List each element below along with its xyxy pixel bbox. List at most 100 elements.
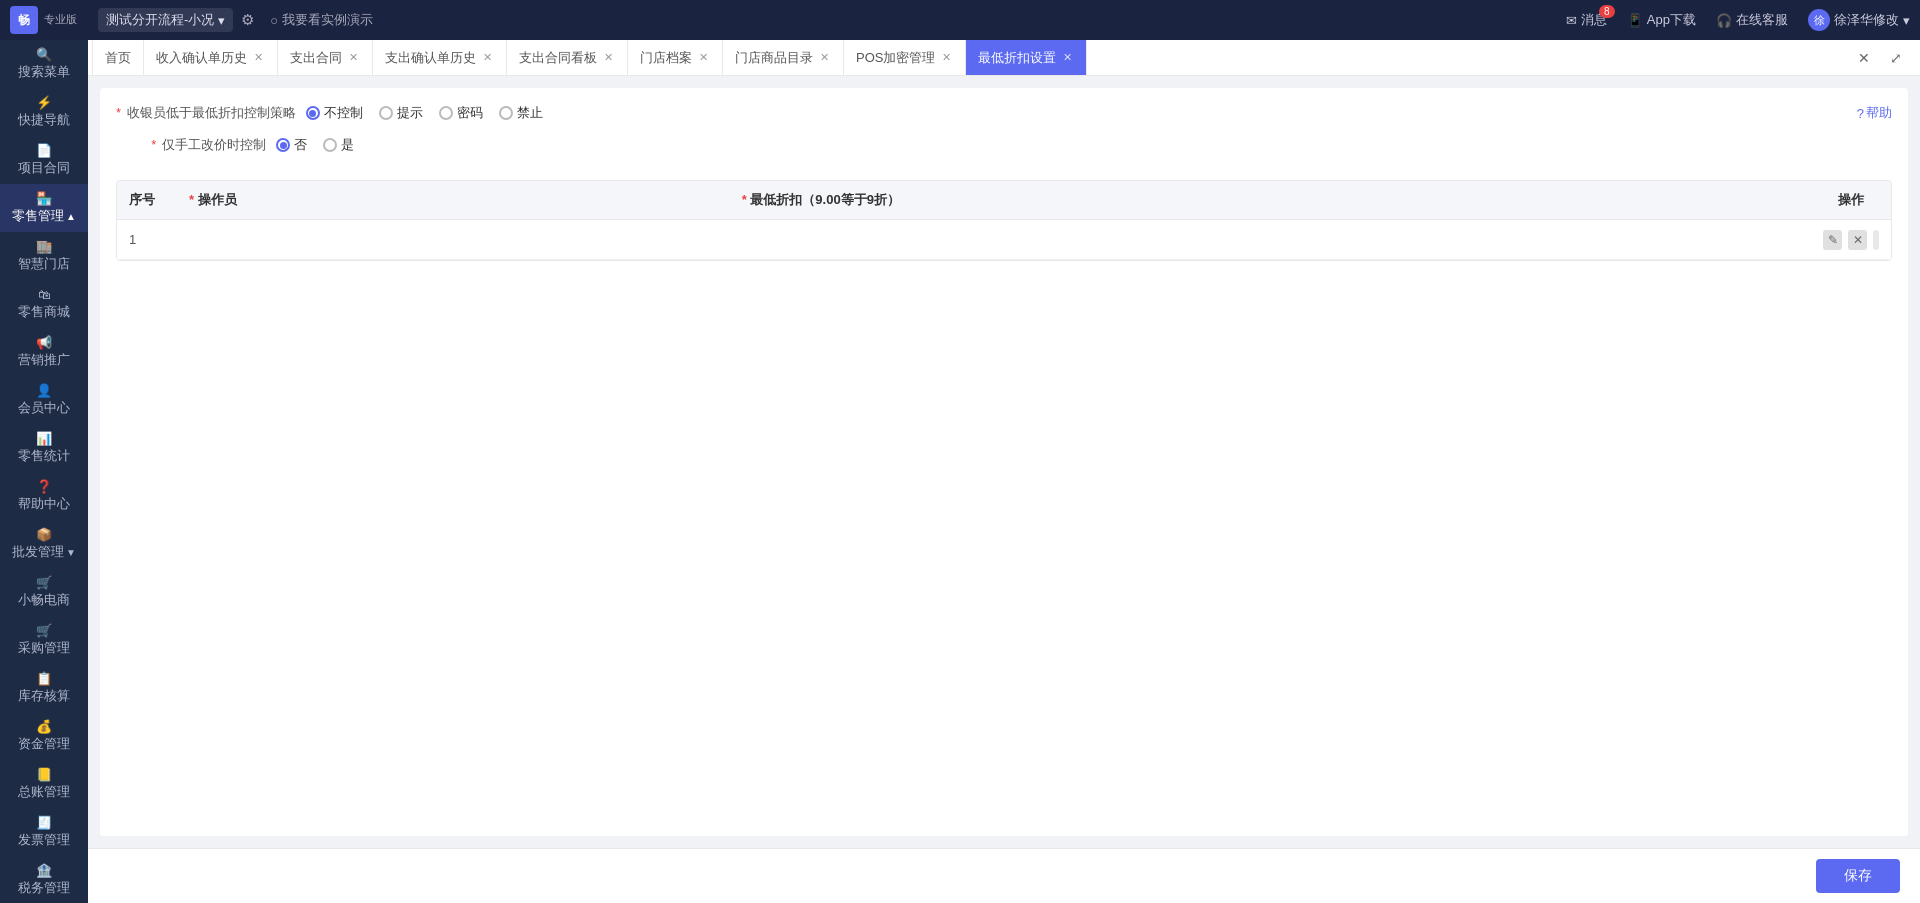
radio-ban-label: 禁止 [517,104,543,122]
sidebar-label-ecommerce: 小畅电商 [18,592,70,609]
bottom-bar: 保存 [88,848,1920,903]
td-operator-1 [177,232,730,248]
th-discount: * 最低折扣（9.00等于9折） [730,181,1811,219]
tab-min-discount[interactable]: 最低折扣设置 ✕ [966,40,1087,76]
sidebar-item-invoice[interactable]: 🧾 发票管理 [0,808,88,856]
sidebar-item-ecommerce[interactable]: 🛒 小畅电商 [0,568,88,616]
sidebar-item-purchase[interactable]: 🛒 采购管理 [0,616,88,664]
sidebar-label-shortcut: 快捷导航 [18,112,70,129]
radio-no-control-input[interactable] [306,106,320,120]
tab-expand-button[interactable]: ⤢ [1884,46,1908,70]
app-download-button[interactable]: 📱 App下载 [1627,11,1696,29]
table-scrollbar[interactable] [1873,230,1879,250]
download-icon: 📱 [1627,13,1643,28]
sidebar-item-ledger[interactable]: 📒 总账管理 [0,760,88,808]
page-content: * 收银员低于最低折扣控制策略 不控制 提示 [88,76,1920,848]
sidebar-label-wholesale: 批发管理 [12,544,64,561]
avatar: 徐 [1808,9,1830,31]
shortcut-icon: ⚡ [36,95,52,112]
marketing-icon: 📢 [36,335,52,352]
radio-yes-input[interactable] [323,138,337,152]
help-button[interactable]: ? 帮助 [1857,104,1892,122]
edit-button[interactable]: ✎ [1823,230,1842,250]
mall-icon: 🛍 [38,287,51,304]
radio-no-input[interactable] [276,138,290,152]
sidebar-item-help[interactable]: ❓ 帮助中心 [0,472,88,520]
radio-ban-input[interactable] [499,106,513,120]
sidebar-item-capital[interactable]: 💰 资金管理 [0,712,88,760]
discount-table: 序号 * 操作员 * 最低折扣（9.00等于9折） 操作 1 [116,180,1892,261]
tab-payment-board-close[interactable]: ✕ [601,51,615,65]
tab-payment-confirm-close[interactable]: ✕ [480,51,494,65]
sidebar-item-retail-manage[interactable]: 🏪 零售管理 ▲ [0,184,88,232]
tab-bar: 首页 收入确认单历史 ✕ 支出合同 ✕ 支出确认单历史 ✕ 支出合同看板 ✕ 门… [88,40,1920,76]
sidebar-item-retail-mall[interactable]: 🛍 零售商城 [0,280,88,328]
sidebar-item-retail-stats[interactable]: 📊 零售统计 [0,424,88,472]
tab-payment-contract-close[interactable]: ✕ [346,51,360,65]
th-seq: 序号 [117,181,177,219]
tab-payment-confirm[interactable]: 支出确认单历史 ✕ [373,40,507,76]
tab-store-goods[interactable]: 门店商品目录 ✕ [723,40,844,76]
radio-no-control[interactable]: 不控制 [306,104,363,122]
sidebar-item-wholesale[interactable]: 📦 批发管理 ▼ [0,520,88,568]
help-icon: ❓ [36,479,52,496]
tab-min-discount-close[interactable]: ✕ [1060,51,1074,65]
tax-icon: 🏦 [36,863,52,880]
tab-store-file-close[interactable]: ✕ [696,51,710,65]
invoice-icon: 🧾 [36,815,52,832]
tab-income-confirm[interactable]: 收入确认单历史 ✕ [144,40,278,76]
sidebar-item-marketing[interactable]: 📢 营销推广 [0,328,88,376]
search-icon: 🔍 [36,47,52,64]
project-selector[interactable]: 测试分开流程-小况 ▾ [98,8,233,32]
sidebar-item-project-contract[interactable]: 📄 项目合同 [0,136,88,184]
radio-password-input[interactable] [439,106,453,120]
radio-password[interactable]: 密码 [439,104,483,122]
chevron-down-icon: ▾ [1903,13,1910,28]
radio-no[interactable]: 否 [276,136,307,154]
customer-service-button[interactable]: 🎧 在线客服 [1716,11,1788,29]
user-menu[interactable]: 徐 徐泽华修改 ▾ [1808,9,1910,31]
tab-payment-contract[interactable]: 支出合同 ✕ [278,40,373,76]
radio-ban[interactable]: 禁止 [499,104,543,122]
sidebar-label-marketing: 营销推广 [18,352,70,369]
inventory-icon: 📋 [36,671,52,688]
sidebar-label-member: 会员中心 [18,400,70,417]
tab-payment-board[interactable]: 支出合同看板 ✕ [507,40,628,76]
sidebar: 🔍 搜索菜单 ⚡ 快捷导航 📄 项目合同 🏪 零售管理 ▲ 🏬 智慧门店 🛍 零… [0,40,88,903]
settings-icon[interactable]: ⚙ [241,11,254,29]
sidebar-label-smart-store: 智慧门店 [18,256,70,273]
sidebar-label-search: 搜索菜单 [18,64,70,81]
tab-pos-manage[interactable]: POS加密管理 ✕ [844,40,966,76]
sidebar-item-inventory[interactable]: 📋 库存核算 [0,664,88,712]
tab-income-confirm-close[interactable]: ✕ [251,51,265,65]
capital-icon: 💰 [36,719,52,736]
save-button[interactable]: 保存 [1816,859,1900,893]
sidebar-item-member[interactable]: 👤 会员中心 [0,376,88,424]
delete-button[interactable]: ✕ [1848,230,1867,250]
tab-pos-manage-close[interactable]: ✕ [939,51,953,65]
radio-prompt-input[interactable] [379,106,393,120]
tab-store-file[interactable]: 门店档案 ✕ [628,40,723,76]
tab-close-all-button[interactable]: ✕ [1852,46,1876,70]
sidebar-item-tax[interactable]: 🏦 税务管理 [0,856,88,903]
discount-strategy-options: 不控制 提示 密码 [306,104,543,122]
tab-pos-manage-label: POS加密管理 [856,49,935,67]
radio-yes[interactable]: 是 [323,136,354,154]
messages-badge: 8 [1599,5,1615,18]
sidebar-label-tax: 税务管理 [18,880,70,897]
sidebar-item-shortcut[interactable]: ⚡ 快捷导航 [0,88,88,136]
wholesale-icon: 📦 [36,527,52,544]
logo-text: 专业版 [44,13,77,26]
service-icon: 🎧 [1716,13,1732,28]
demo-link[interactable]: ○ 我要看实例演示 [270,11,373,29]
tab-home[interactable]: 首页 [92,40,144,76]
contract-icon: 📄 [36,143,52,160]
tab-store-goods-close[interactable]: ✕ [817,51,831,65]
sidebar-item-search[interactable]: 🔍 搜索菜单 [0,40,88,88]
main-layout: 🔍 搜索菜单 ⚡ 快捷导航 📄 项目合同 🏪 零售管理 ▲ 🏬 智慧门店 🛍 零… [0,40,1920,903]
radio-prompt[interactable]: 提示 [379,104,423,122]
messages-button[interactable]: ✉ 消息 8 [1566,11,1607,29]
tab-payment-confirm-label: 支出确认单历史 [385,49,476,67]
tab-payment-board-label: 支出合同看板 [519,49,597,67]
sidebar-item-smart-store[interactable]: 🏬 智慧门店 [0,232,88,280]
